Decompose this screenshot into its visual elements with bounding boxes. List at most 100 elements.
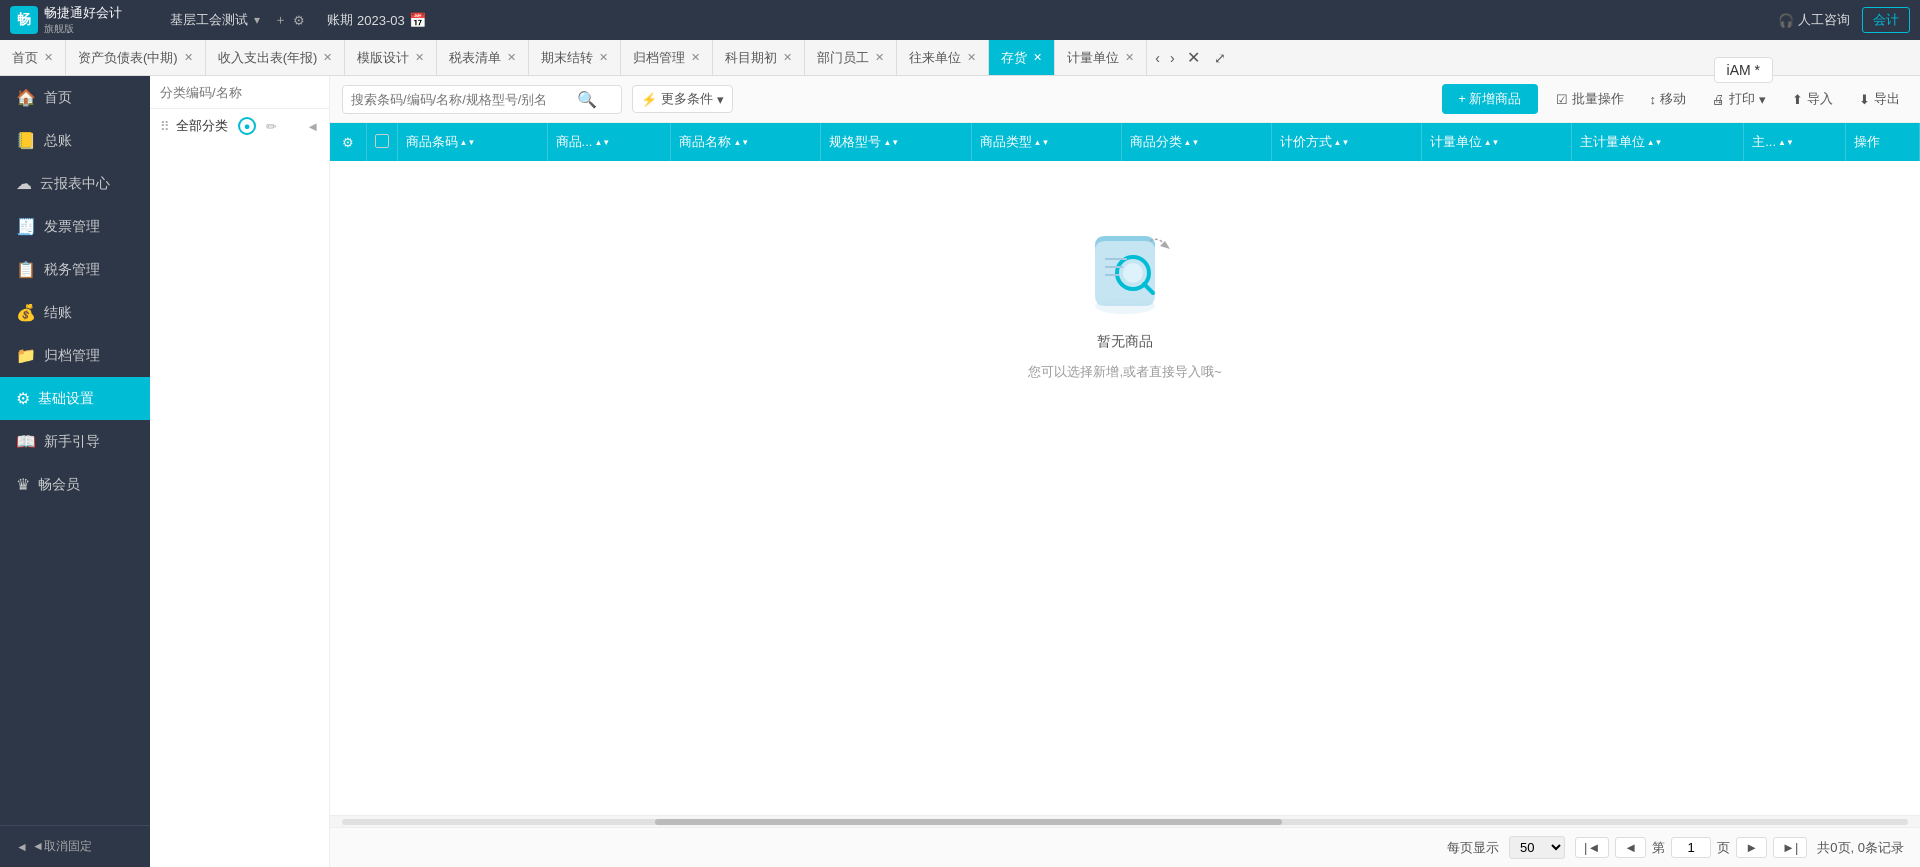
page-number-input[interactable] [1671, 837, 1711, 858]
sidebar-item-cloud[interactable]: ☁ 云报表中心 [0, 162, 150, 205]
table-container: ⚙ 商品条码▲▼ 商品...▲▼ 商品名称▲▼ 规格型号▲▼ 商品类型▲▼ 商品… [330, 123, 1920, 815]
more-filters-btn[interactable]: ⚡ 更多条件 ▾ [632, 85, 733, 113]
import-btn[interactable]: ⬆ 导入 [1784, 86, 1841, 112]
scroll-bar-area[interactable] [330, 815, 1920, 827]
sidebar-item-settle[interactable]: 💰 结账 [0, 291, 150, 334]
workspace-dropdown-icon[interactable]: ▾ [254, 13, 260, 27]
category-label: 全部分类 [176, 117, 228, 135]
invoice-icon: 🧾 [16, 217, 36, 236]
page-prev-btn[interactable]: ◄ [1615, 837, 1646, 858]
sidebar-item-ledger[interactable]: 📒 总账 [0, 119, 150, 162]
tab-tax-close[interactable]: ✕ [507, 51, 516, 64]
tab-contacts[interactable]: 往来单位 ✕ [897, 40, 989, 76]
tab-subject-close[interactable]: ✕ [783, 51, 792, 64]
tab-home-close[interactable]: ✕ [44, 51, 53, 64]
tab-dept[interactable]: 部门员工 ✕ [805, 40, 897, 76]
move-btn[interactable]: ↕ 移动 [1642, 86, 1695, 112]
workspace-settings-icon[interactable]: ⚙ [293, 13, 305, 28]
col-settings[interactable]: ⚙ [330, 123, 366, 161]
scroll-thumb[interactable] [655, 819, 1281, 825]
tab-prev-btn[interactable]: ‹ [1151, 48, 1164, 68]
tab-archive-close[interactable]: ✕ [691, 51, 700, 64]
category-panel: 🔍 ⠿ 全部分类 ● ✏ ◄ [150, 76, 330, 867]
sidebar-item-home[interactable]: 🏠 首页 [0, 76, 150, 119]
sidebar-settle-label: 结账 [44, 304, 72, 322]
sidebar-item-invoice[interactable]: 🧾 发票管理 [0, 205, 150, 248]
human-consult-btn[interactable]: 🎧 人工咨询 [1778, 11, 1850, 29]
page-nav: |◄ ◄ 第 页 ► ►| [1575, 837, 1807, 858]
calendar-icon[interactable]: 📅 [409, 12, 426, 28]
col-barcode[interactable]: 商品条码▲▼ [397, 123, 547, 161]
sidebar-item-guide[interactable]: 📖 新手引导 [0, 420, 150, 463]
unpin-label: ◄取消固定 [32, 838, 92, 855]
sidebar-item-tax[interactable]: 📋 税务管理 [0, 248, 150, 291]
sidebar-item-archive[interactable]: 📁 归档管理 [0, 334, 150, 377]
col-main-unit[interactable]: 主计量单位▲▼ [1571, 123, 1744, 161]
tab-tax[interactable]: 税表清单 ✕ [437, 40, 529, 76]
col-spec[interactable]: 规格型号▲▼ [821, 123, 971, 161]
tab-archive[interactable]: 归档管理 ✕ [621, 40, 713, 76]
tab-period-close[interactable]: ✕ [599, 51, 608, 64]
tab-template-close[interactable]: ✕ [415, 51, 424, 64]
workspace-label: 基层工会测试 ▾ ＋ ⚙ 账期 2023-03 📅 [170, 11, 1768, 29]
export-btn[interactable]: ⬇ 导出 [1851, 86, 1908, 112]
tab-close-all-btn[interactable]: ✕ [1181, 46, 1206, 69]
product-search-icon[interactable]: 🔍 [577, 90, 597, 109]
tab-next-btn[interactable]: › [1166, 48, 1179, 68]
col-code[interactable]: 商品...▲▼ [547, 123, 671, 161]
tab-home[interactable]: 首页 ✕ [0, 40, 66, 76]
tab-balance-close[interactable]: ✕ [184, 51, 193, 64]
tab-expand-btn[interactable]: ⤢ [1208, 48, 1232, 68]
account-button[interactable]: 会计 [1862, 7, 1910, 33]
category-header[interactable]: ⠿ 全部分类 ● ✏ ◄ [150, 109, 329, 143]
scroll-track[interactable] [342, 819, 1908, 825]
period-label: 账期 [327, 11, 353, 29]
page-next-btn[interactable]: ► [1736, 837, 1767, 858]
batch-operation-btn[interactable]: ☑ 批量操作 [1548, 86, 1632, 112]
tab-subject[interactable]: 科目期初 ✕ [713, 40, 805, 76]
category-edit-icon[interactable]: ✏ [266, 119, 277, 134]
tab-unit[interactable]: 计量单位 ✕ [1055, 40, 1147, 76]
product-search-input[interactable] [351, 92, 571, 107]
tab-inventory-close[interactable]: ✕ [1033, 51, 1042, 64]
member-icon: ♛ [16, 475, 30, 494]
col-type[interactable]: 商品类型▲▼ [971, 123, 1121, 161]
tab-balance[interactable]: 资产负债表(中期) ✕ [66, 40, 206, 76]
add-workspace-icon[interactable]: ＋ [274, 11, 287, 29]
page-first-btn[interactable]: |◄ [1575, 837, 1609, 858]
sidebar-item-settings[interactable]: ⚙ 基础设置 [0, 377, 150, 420]
add-product-btn[interactable]: + 新增商品 [1442, 84, 1537, 114]
import-label: 导入 [1807, 90, 1833, 108]
sidebar-unpin-btn[interactable]: ◄ ◄取消固定 [0, 825, 150, 867]
page-last-btn[interactable]: ►| [1773, 837, 1807, 858]
category-collapse-icon[interactable]: ◄ [306, 119, 319, 134]
tab-template[interactable]: 模版设计 ✕ [345, 40, 437, 76]
print-btn[interactable]: 🖨 打印 ▾ [1704, 86, 1774, 112]
page-size-select[interactable]: 50 100 200 [1509, 836, 1565, 859]
filter-btn-label: 更多条件 [661, 90, 713, 108]
category-search-input[interactable] [160, 85, 328, 100]
tab-income[interactable]: 收入支出表(年报) ✕ [206, 40, 346, 76]
col-checkbox[interactable] [366, 123, 397, 161]
workspace-name[interactable]: 基层工会测试 [170, 11, 248, 29]
tab-unit-close[interactable]: ✕ [1125, 51, 1134, 64]
sidebar-item-member[interactable]: ♛ 畅会员 [0, 463, 150, 506]
tab-contacts-close[interactable]: ✕ [967, 51, 976, 64]
iam-badge: iAM * [1714, 57, 1773, 83]
col-price-method[interactable]: 计价方式▲▼ [1271, 123, 1421, 161]
col-name[interactable]: 商品名称▲▼ [671, 123, 821, 161]
tab-arrows: ‹ › ✕ ⤢ [1147, 46, 1235, 69]
sidebar-tax-label: 税务管理 [44, 261, 100, 279]
tab-inventory[interactable]: 存货 ✕ [989, 40, 1055, 76]
tab-period[interactable]: 期末结转 ✕ [529, 40, 621, 76]
col-category[interactable]: 商品分类▲▼ [1121, 123, 1271, 161]
export-label: 导出 [1874, 90, 1900, 108]
product-search-bar: 🔍 [342, 85, 622, 114]
col-main-short[interactable]: 主...▲▼ [1744, 123, 1845, 161]
tab-dept-close[interactable]: ✕ [875, 51, 884, 64]
unpin-icon: ◄ [16, 840, 28, 854]
tab-income-close[interactable]: ✕ [323, 51, 332, 64]
tab-period-label: 期末结转 [541, 49, 593, 67]
col-unit[interactable]: 计量单位▲▼ [1421, 123, 1571, 161]
tab-home-label: 首页 [12, 49, 38, 67]
